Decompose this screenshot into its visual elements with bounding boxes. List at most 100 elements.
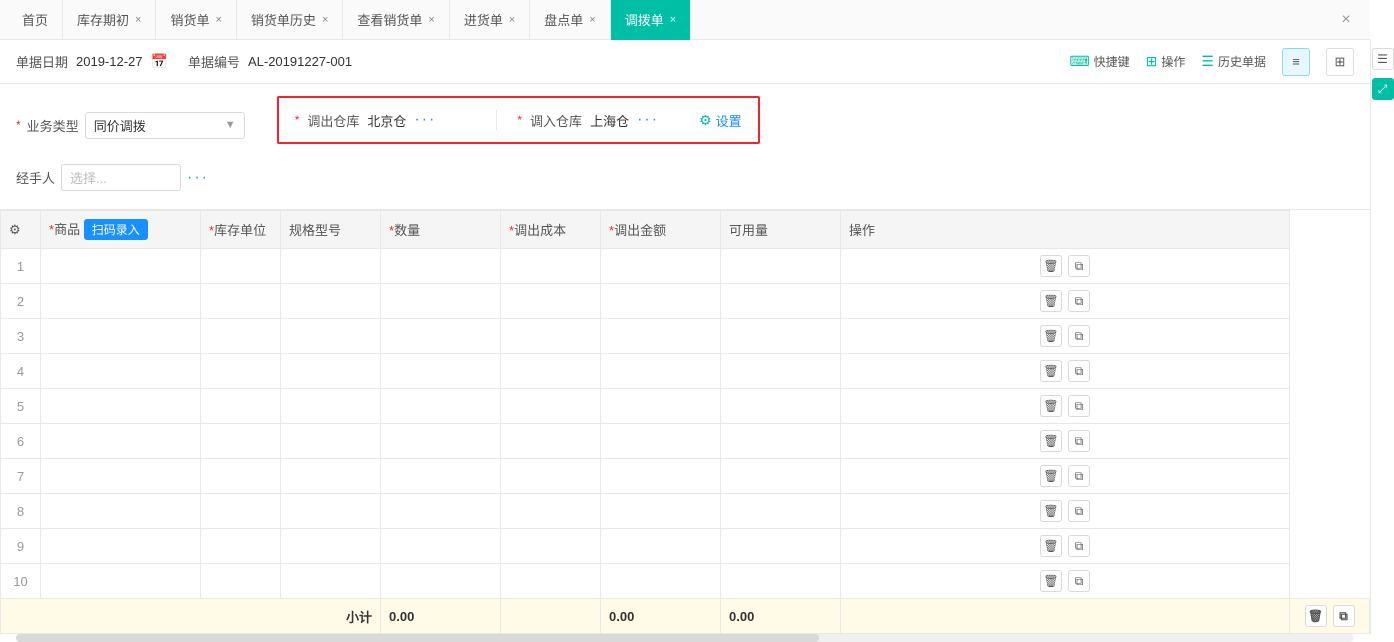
spec-cell[interactable] (281, 564, 381, 599)
unit-cell[interactable] (201, 354, 281, 389)
business-type-select[interactable]: 同价调拨 ▼ (85, 112, 245, 139)
qty-cell[interactable] (381, 354, 501, 389)
copy-row-btn[interactable]: ⧉ (1068, 325, 1090, 347)
sidebar-list-btn[interactable]: ☰ (1372, 48, 1394, 70)
amount-cell[interactable] (601, 389, 721, 424)
person-select[interactable]: 选择... (61, 164, 181, 191)
calendar-icon[interactable]: 📅 (151, 53, 168, 70)
unit-cell[interactable] (201, 424, 281, 459)
amount-cell[interactable] (601, 529, 721, 564)
spec-cell[interactable] (281, 494, 381, 529)
available-cell[interactable] (721, 459, 841, 494)
product-cell[interactable] (41, 494, 201, 529)
copy-row-btn[interactable]: ⧉ (1068, 255, 1090, 277)
history-btn[interactable]: ☰ 历史单据 (1201, 53, 1266, 70)
product-cell[interactable] (41, 284, 201, 319)
tab-close-stock-init[interactable]: × (135, 14, 141, 26)
spec-cell[interactable] (281, 459, 381, 494)
delete-row-btn[interactable]: 🗑 (1040, 570, 1062, 592)
horizontal-scrollbar[interactable] (16, 634, 1354, 642)
delete-row-btn[interactable]: 🗑 (1040, 360, 1062, 382)
copy-row-btn[interactable]: ⧉ (1068, 535, 1090, 557)
list-view-btn[interactable]: ≡ (1282, 48, 1310, 76)
product-cell[interactable] (41, 564, 201, 599)
delete-row-btn[interactable]: 🗑 (1040, 325, 1062, 347)
tab-sales-history[interactable]: 销货单历史 × (237, 0, 343, 40)
available-cell[interactable] (721, 529, 841, 564)
unit-cell[interactable] (201, 494, 281, 529)
copy-row-btn[interactable]: ⧉ (1068, 395, 1090, 417)
cost-cell[interactable] (501, 284, 601, 319)
settings-button[interactable]: ⚙ 设置 (699, 111, 742, 130)
available-cell[interactable] (721, 319, 841, 354)
product-cell[interactable] (41, 354, 201, 389)
copy-row-btn[interactable]: ⧉ (1068, 465, 1090, 487)
sidebar-expand-btn[interactable]: ⤢ (1372, 78, 1394, 100)
amount-cell[interactable] (601, 354, 721, 389)
delete-row-btn[interactable]: 🗑 (1040, 255, 1062, 277)
available-cell[interactable] (721, 564, 841, 599)
tab-close-sales-history[interactable]: × (322, 14, 328, 26)
unit-cell[interactable] (201, 284, 281, 319)
cost-cell[interactable] (501, 389, 601, 424)
product-cell[interactable] (41, 319, 201, 354)
copy-row-btn[interactable]: ⧉ (1068, 500, 1090, 522)
qty-cell[interactable] (381, 284, 501, 319)
spec-cell[interactable] (281, 319, 381, 354)
cost-cell[interactable] (501, 529, 601, 564)
tab-close-view-sales[interactable]: × (428, 14, 434, 26)
scrollbar-thumb[interactable] (16, 634, 819, 642)
cost-cell[interactable] (501, 494, 601, 529)
amount-cell[interactable] (601, 284, 721, 319)
tab-close-inventory[interactable]: × (589, 14, 595, 26)
amount-cell[interactable] (601, 494, 721, 529)
copy-row-btn[interactable]: ⧉ (1068, 290, 1090, 312)
shortcut-btn[interactable]: ⌨ 快捷键 (1069, 53, 1129, 70)
product-cell[interactable] (41, 529, 201, 564)
cost-cell[interactable] (501, 249, 601, 284)
spec-cell[interactable] (281, 249, 381, 284)
unit-cell[interactable] (201, 564, 281, 599)
unit-cell[interactable] (201, 249, 281, 284)
product-cell[interactable] (41, 389, 201, 424)
tab-transfer[interactable]: 调拨单 × (611, 0, 691, 40)
tab-close-sales[interactable]: × (215, 14, 221, 26)
amount-cell[interactable] (601, 424, 721, 459)
available-cell[interactable] (721, 494, 841, 529)
tab-sales[interactable]: 销货单 × (156, 0, 236, 40)
tab-close-transfer[interactable]: × (670, 14, 676, 26)
cost-cell[interactable] (501, 319, 601, 354)
delete-row-btn[interactable]: 🗑 (1040, 500, 1062, 522)
delete-row-btn[interactable]: 🗑 (1040, 465, 1062, 487)
spec-cell[interactable] (281, 354, 381, 389)
cost-cell[interactable] (501, 564, 601, 599)
amount-cell[interactable] (601, 459, 721, 494)
spec-cell[interactable] (281, 529, 381, 564)
available-cell[interactable] (721, 424, 841, 459)
unit-cell[interactable] (201, 529, 281, 564)
cost-cell[interactable] (501, 354, 601, 389)
tab-close-purchase[interactable]: × (509, 14, 515, 26)
spec-cell[interactable] (281, 424, 381, 459)
delete-row-btn[interactable]: 🗑 (1040, 430, 1062, 452)
delete-row-btn[interactable]: 🗑 (1040, 290, 1062, 312)
out-warehouse-more[interactable]: ··· (414, 111, 436, 129)
available-cell[interactable] (721, 389, 841, 424)
operation-btn[interactable]: ⊞ 操作 (1146, 53, 1186, 70)
settings-icon[interactable]: ⚙ (9, 222, 21, 237)
spec-cell[interactable] (281, 389, 381, 424)
qty-cell[interactable] (381, 459, 501, 494)
available-cell[interactable] (721, 249, 841, 284)
amount-cell[interactable] (601, 564, 721, 599)
product-cell[interactable] (41, 249, 201, 284)
qty-cell[interactable] (381, 319, 501, 354)
available-cell[interactable] (721, 354, 841, 389)
unit-cell[interactable] (201, 459, 281, 494)
copy-row-btn[interactable]: ⧉ (1068, 360, 1090, 382)
tab-home[interactable]: 首页 (8, 0, 63, 40)
window-close-button[interactable]: × (1330, 4, 1362, 36)
scan-input-button[interactable]: 扫码录入 (84, 219, 148, 240)
delete-row-btn[interactable]: 🗑 (1305, 605, 1327, 627)
tab-inventory[interactable]: 盘点单 × (530, 0, 610, 40)
qty-cell[interactable] (381, 564, 501, 599)
